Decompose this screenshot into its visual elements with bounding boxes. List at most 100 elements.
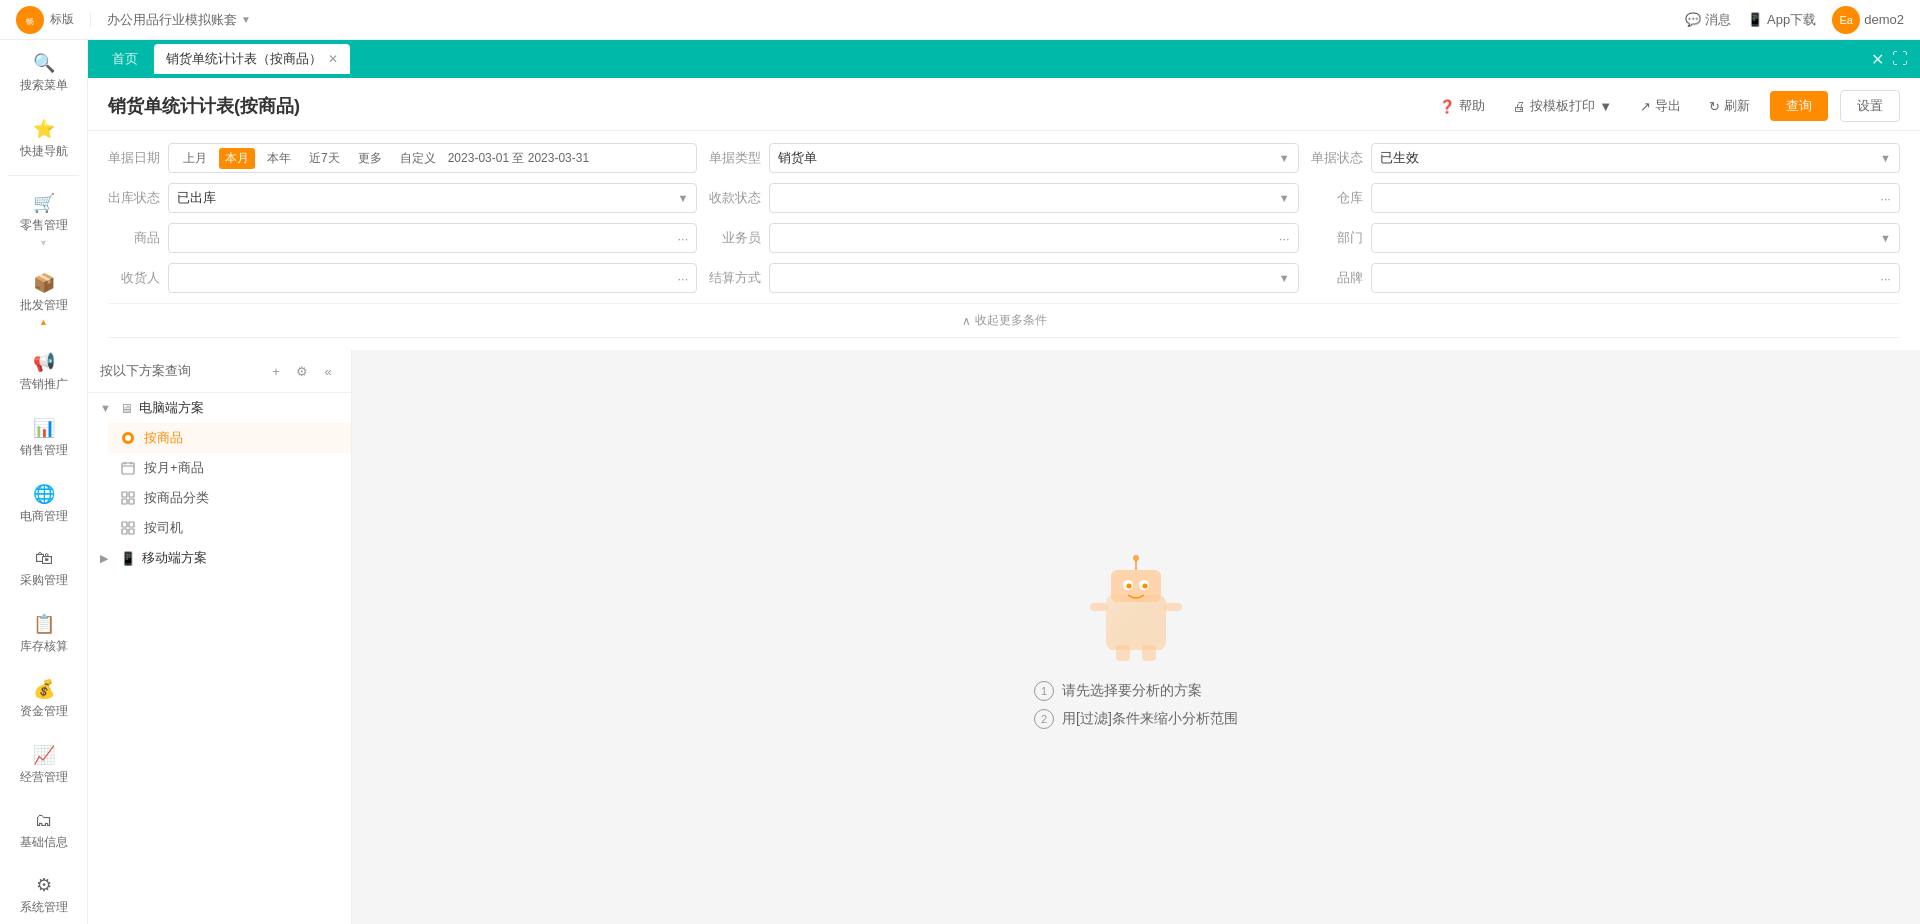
order-type-value: 销货单 (778, 149, 817, 167)
tree-child-by-scanner[interactable]: 按司机 (108, 513, 351, 543)
date-btn-7days[interactable]: 近7天 (303, 148, 346, 169)
step-1-text: 请先选择要分析的方案 (1062, 682, 1202, 700)
date-btn-last-month[interactable]: 上月 (177, 148, 213, 169)
collapse-bar[interactable]: ∧ 收起更多条件 (108, 303, 1900, 338)
tree-child-by-product-label: 按商品 (144, 429, 183, 447)
message-action[interactable]: 💬 消息 (1685, 11, 1731, 29)
recipient-input[interactable]: ··· (168, 263, 697, 293)
date-btn-this-month[interactable]: 本月 (219, 148, 255, 169)
salesperson-input[interactable]: ··· (769, 223, 1298, 253)
svg-rect-14 (122, 529, 127, 534)
payment-status-select[interactable]: ▼ (769, 183, 1298, 213)
logo-icon: 畅 (16, 6, 44, 34)
sidebar-item-inventory[interactable]: 📋 库存核算 (0, 601, 87, 667)
warehouse-input[interactable]: ··· (1371, 183, 1900, 213)
department-label: 部门 (1311, 229, 1363, 247)
sidebar-item-marketing[interactable]: 📢 营销推广 (0, 339, 87, 405)
retail-icon: 🛒 (33, 192, 55, 214)
empty-step-2: 2 用[过滤]条件来缩小分析范围 (1034, 709, 1238, 729)
tree-child-by-category-label: 按商品分类 (144, 489, 209, 507)
print-icon: 🖨 (1513, 99, 1526, 114)
sidebar-item-retail[interactable]: 🛒 零售管理 ▼ (0, 180, 87, 260)
date-filter-control[interactable]: 上月 本月 本年 近7天 更多 自定义 2023-03-01 至 2023-03… (168, 143, 697, 173)
export-button[interactable]: ↗ 导出 (1632, 93, 1689, 119)
sidebar-item-wholesale[interactable]: 📦 批发管理 ▲ (0, 260, 87, 340)
tree-add-button[interactable]: + (265, 360, 287, 382)
svg-rect-10 (122, 499, 127, 504)
sidebar-item-purchase[interactable]: 🛍 采购管理 (0, 536, 87, 601)
sidebar-label-ecommerce: 电商管理 (20, 509, 68, 525)
tree-child-by-product[interactable]: 按商品 (108, 423, 351, 453)
sidebar-label-purchase: 采购管理 (20, 573, 68, 589)
query-button[interactable]: 查询 (1770, 91, 1828, 121)
settings-button[interactable]: 设置 (1840, 90, 1900, 122)
refresh-icon: ↻ (1709, 99, 1720, 114)
sidebar-item-quick-nav[interactable]: ⭐ 快捷导航 (0, 106, 87, 172)
calendar-icon (120, 460, 136, 476)
app-download-icon: 📱 (1747, 12, 1763, 27)
logo-area: 畅 标版 (16, 6, 74, 34)
wholesale-chevron-icon: ▲ (39, 317, 48, 327)
avatar: Ea (1832, 6, 1860, 34)
sidebar-item-operations[interactable]: 📈 经营管理 (0, 732, 87, 798)
order-type-select[interactable]: 销货单 ▼ (769, 143, 1298, 173)
tab-close-icon[interactable]: ✕ (328, 52, 338, 66)
filter-product: 商品 ··· (108, 223, 697, 253)
department-select[interactable]: ▼ (1371, 223, 1900, 253)
filter-payment-status: 收款状态 ▼ (709, 183, 1298, 213)
order-status-select[interactable]: 已生效 ▼ (1371, 143, 1900, 173)
sidebar-item-sales[interactable]: 📊 销售管理 (0, 405, 87, 471)
retail-chevron-icon: ▼ (39, 238, 48, 248)
brand-input[interactable]: ··· (1371, 263, 1900, 293)
filter-row-2: 出库状态 已出库 ▼ 收款状态 ▼ 仓库 (108, 183, 1900, 213)
refresh-label: 刷新 (1724, 97, 1750, 115)
sidebar-item-system[interactable]: ⚙ 系统管理 (0, 862, 87, 924)
help-button[interactable]: ❓ 帮助 (1431, 93, 1493, 119)
sidebar-item-search[interactable]: 🔍 搜索菜单 (0, 40, 87, 106)
workspace-selector[interactable]: 办公用品行业模拟账套 ▼ (107, 11, 251, 29)
tree-child-by-month-product[interactable]: 按月+商品 (108, 453, 351, 483)
svg-rect-9 (129, 492, 134, 497)
filter-section: 单据日期 上月 本月 本年 近7天 更多 自定义 2023-03-01 至 20… (88, 131, 1920, 350)
recipient-dots: ··· (677, 271, 688, 286)
tree-node-mobile-row[interactable]: ▶ 📱 移动端方案 (88, 543, 351, 573)
sidebar-item-ecommerce[interactable]: 🌐 电商管理 (0, 471, 87, 537)
sidebar-label-retail: 零售管理 (20, 218, 68, 234)
tree-panel-title: 按以下方案查询 (100, 362, 191, 380)
tab-home[interactable]: 首页 (100, 44, 150, 74)
sidebar-label-inventory: 库存核算 (20, 639, 68, 655)
sidebar-item-finance[interactable]: 💰 资金管理 (0, 666, 87, 732)
export-label: 导出 (1655, 97, 1681, 115)
svg-rect-4 (122, 463, 134, 474)
filter-row-1: 单据日期 上月 本月 本年 近7天 更多 自定义 2023-03-01 至 20… (108, 143, 1900, 173)
tree-settings-button[interactable]: ⚙ (291, 360, 313, 382)
tab-close-window-icon[interactable]: ✕ (1871, 50, 1884, 69)
refresh-button[interactable]: ↻ 刷新 (1701, 93, 1758, 119)
app-download-action[interactable]: 📱 App下载 (1747, 11, 1816, 29)
tree-child-by-category[interactable]: 按商品分类 (108, 483, 351, 513)
date-btn-this-year[interactable]: 本年 (261, 148, 297, 169)
tab-fullscreen-icon[interactable]: ⛶ (1892, 50, 1908, 68)
tree-child-by-scanner-label: 按司机 (144, 519, 183, 537)
warehouse-status-select[interactable]: 已出库 ▼ (168, 183, 697, 213)
date-btn-custom[interactable]: 自定义 (394, 148, 442, 169)
tree-collapse-button[interactable]: « (317, 360, 339, 382)
settlement-select[interactable]: ▼ (769, 263, 1298, 293)
tab-sales-stat[interactable]: 销货单统计计表（按商品） ✕ (154, 44, 350, 74)
sidebar-label-system: 系统管理 (20, 900, 68, 916)
filter-row-3: 商品 ··· 业务员 ··· 部门 ▼ (108, 223, 1900, 253)
sidebar-item-basic-info[interactable]: 🗂 基础信息 (0, 798, 87, 863)
recipient-label: 收货人 (108, 269, 160, 287)
template-print-button[interactable]: 🖨 按模板打印 ▼ (1505, 93, 1620, 119)
sidebar-label-quick-nav: 快捷导航 (20, 144, 68, 160)
date-btn-more[interactable]: 更多 (352, 148, 388, 169)
tree-node-pc-row[interactable]: ▼ 🖥 电脑端方案 (88, 393, 351, 423)
user-area[interactable]: Ea demo2 (1832, 6, 1904, 34)
step-1-num: 1 (1034, 681, 1054, 701)
message-label: 消息 (1705, 11, 1731, 29)
sidebar-label-finance: 资金管理 (20, 704, 68, 720)
tree-children-pc: 按商品 按月+商品 (88, 423, 351, 543)
radio-active-icon (120, 430, 136, 446)
svg-rect-26 (1116, 645, 1130, 661)
product-input[interactable]: ··· (168, 223, 697, 253)
